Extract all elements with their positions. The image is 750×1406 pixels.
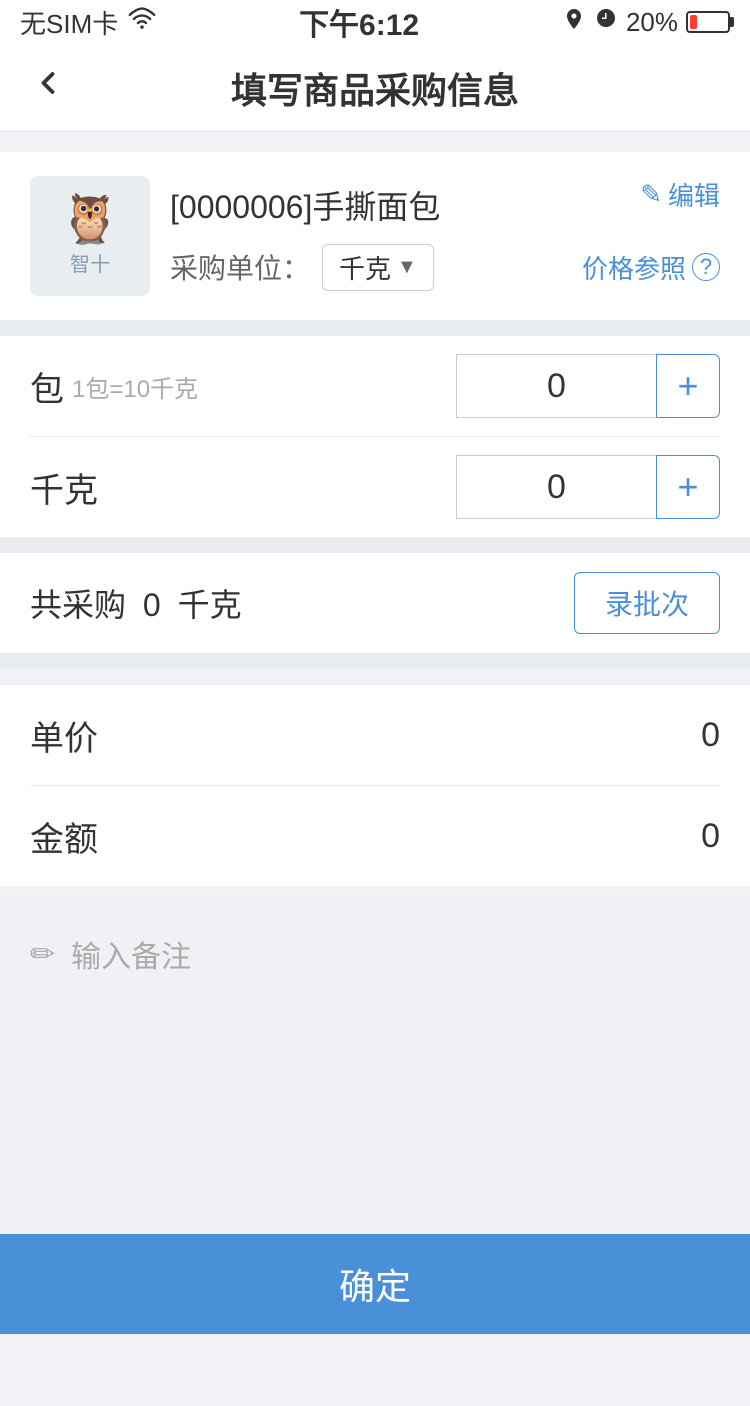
summary-value: 0 [143, 587, 161, 623]
summary-text: 共采购 0 千克 [30, 580, 242, 626]
product-owl-icon: 🦉 [60, 196, 120, 244]
status-carrier: 无SIM卡 [20, 4, 156, 41]
pack-label: 包 [30, 362, 64, 411]
pack-plus-button[interactable]: + [656, 354, 720, 418]
battery-icon [686, 11, 730, 33]
confirm-label: 确定 [339, 1258, 411, 1310]
status-time: 下午6:12 [299, 0, 419, 44]
pack-sub-label: 1包=10千克 [72, 369, 198, 404]
price-ref-label: 价格参照 [582, 249, 686, 286]
amount-row: 金额 0 [0, 786, 750, 886]
info-section: 单价 0 金额 0 [0, 685, 750, 886]
kg-label: 千克 [30, 463, 98, 512]
location-icon [562, 7, 586, 38]
amount-label: 金额 [30, 812, 98, 861]
amount-value: 0 [701, 817, 720, 856]
summary-prefix: 共采购 [30, 587, 126, 623]
unit-select[interactable]: 千克 ▼ [322, 244, 434, 291]
price-row: 单价 0 [0, 685, 750, 785]
price-ref-button[interactable]: 价格参照 ? [582, 249, 720, 286]
back-button[interactable] [30, 65, 66, 111]
wifi-icon [128, 5, 156, 40]
pack-input-row: 包 1包=10千克 + [0, 336, 750, 436]
kg-input-row: 千克 + [0, 437, 750, 537]
purchase-unit-row: 采购单位： 千克 ▼ [170, 244, 434, 291]
carrier-text: 无SIM卡 [20, 4, 118, 41]
status-right: 20% [562, 7, 730, 38]
product-brand-text: 智十 [70, 248, 110, 277]
notes-placeholder: 输入备注 [71, 932, 191, 976]
summary-unit: 千克 [178, 587, 242, 623]
divider-1 [0, 320, 750, 336]
product-card: 🦉 智十 [0000006]手撕面包 ✎ 编辑 采购单位： 千克 ▼ [0, 152, 750, 320]
price-value: 0 [701, 716, 720, 755]
product-info: [0000006]手撕面包 ✎ 编辑 采购单位： 千克 ▼ 价格参照 ? [170, 182, 720, 291]
divider-3 [0, 653, 750, 669]
page-title: 填写商品采购信息 [231, 62, 519, 114]
divider-2 [0, 537, 750, 553]
confirm-button[interactable]: 确定 [0, 1234, 750, 1334]
kg-plus-button[interactable]: + [656, 455, 720, 519]
unit-value: 千克 [339, 249, 391, 286]
status-bar: 无SIM卡 下午6:12 20% [0, 0, 750, 44]
price-label: 单价 [30, 711, 98, 760]
pack-input-wrap: + [456, 354, 720, 418]
product-name: [0000006]手撕面包 [170, 182, 440, 228]
pack-input[interactable] [456, 354, 656, 418]
kg-input[interactable] [456, 455, 656, 519]
batch-button[interactable]: 录批次 [574, 572, 720, 634]
battery-text: 20% [626, 7, 678, 38]
pencil-icon: ✏ [30, 937, 55, 972]
price-ref-help-icon: ? [692, 253, 720, 281]
edit-button[interactable]: ✎ 编辑 [640, 176, 720, 213]
unit-dropdown-arrow: ▼ [397, 256, 417, 279]
notes-section[interactable]: ✏ 输入备注 [0, 902, 750, 1006]
nav-bar: 填写商品采购信息 [0, 44, 750, 132]
input-section: 包 1包=10千克 + 千克 + [0, 336, 750, 537]
product-image: 🦉 智十 [30, 176, 150, 296]
edit-icon: ✎ [640, 179, 662, 210]
kg-input-wrap: + [456, 455, 720, 519]
purchase-unit-label: 采购单位： [170, 247, 310, 287]
summary-row: 共采购 0 千克 录批次 [0, 553, 750, 653]
alarm-icon [594, 7, 618, 38]
